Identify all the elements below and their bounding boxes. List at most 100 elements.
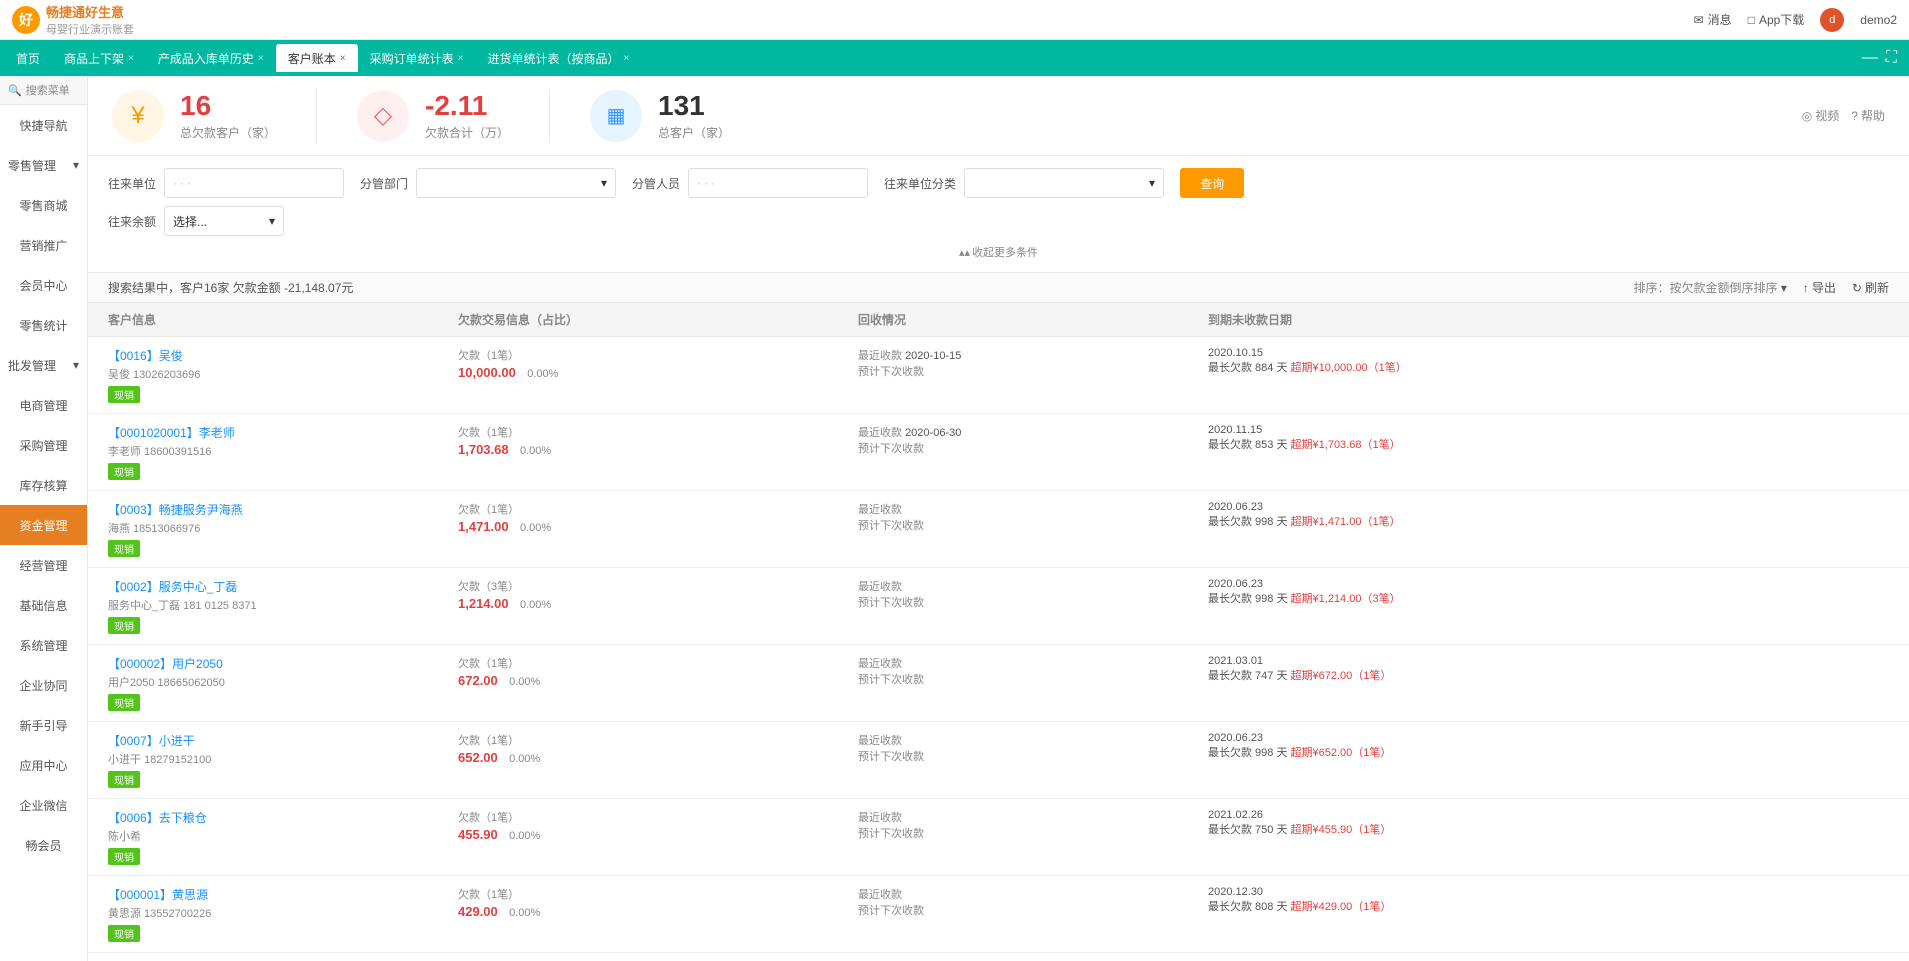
- overdue-link-1[interactable]: 超期¥10,000.00（1笔）: [1291, 362, 1407, 374]
- sidebar-item-purchase-mgmt[interactable]: 采购管理: [0, 425, 87, 465]
- sidebar-item-marketing[interactable]: 营销推广: [0, 225, 87, 265]
- stat-card-total-customers: ▦ 131 总客户（家）: [550, 90, 770, 142]
- maximize-icon[interactable]: ⛶: [1886, 49, 1897, 67]
- customer-tag-6: 现销: [108, 771, 140, 788]
- tab-purchase-stats[interactable]: 采购订单统计表 ×: [358, 44, 476, 72]
- stat-card-debt-customers: ¥ 16 总欠款客户（家）: [112, 90, 317, 142]
- sidebar-item-basic-info[interactable]: 基础信息: [0, 585, 87, 625]
- close-icon[interactable]: ×: [623, 53, 629, 64]
- next-pay-7: 预计下次收款: [858, 825, 1208, 841]
- customer-name-link-8[interactable]: 【000001】黄思源: [108, 888, 208, 902]
- filter-dept-select[interactable]: ▾: [416, 168, 616, 198]
- export-btn[interactable]: ↑ 导出: [1803, 279, 1836, 296]
- tab-product-history[interactable]: 产成品入库单历史 ×: [146, 44, 276, 72]
- customer-cell-7: 【0006】去下粮仓 陈小希 现销: [108, 809, 458, 865]
- tab-home[interactable]: 首页: [4, 44, 52, 72]
- refresh-label: 刷新: [1865, 279, 1889, 296]
- customer-name-link-3[interactable]: 【0003】畅捷服务尹海燕: [108, 503, 243, 517]
- collapse-row: ▴▴ 收起更多条件: [108, 244, 1889, 260]
- debt-total-info: -2.11 欠款合计（万）: [425, 90, 509, 141]
- search-button[interactable]: 查询: [1180, 168, 1244, 198]
- filter-person-input[interactable]: ···: [688, 168, 868, 198]
- app-download-btn[interactable]: □ App下载: [1748, 11, 1805, 28]
- last-pay-2: 最近收款 2020-06-30: [858, 424, 1208, 440]
- filter-unit-input[interactable]: ···: [164, 168, 344, 198]
- owe-amount-7: 455.90: [458, 827, 498, 842]
- sidebar-item-app-center[interactable]: 应用中心: [0, 745, 87, 785]
- close-icon[interactable]: ×: [128, 53, 134, 64]
- sidebar-item-quick-nav[interactable]: 快捷导航: [0, 105, 87, 145]
- overdue-link-4[interactable]: 超期¥1,214.00（3笔）: [1291, 593, 1401, 605]
- username[interactable]: demo2: [1860, 13, 1897, 27]
- customer-phone-4: 服务中心_丁磊 181 0125 8371: [108, 597, 458, 613]
- app-center-label: 应用中心: [19, 757, 67, 774]
- help-btn[interactable]: ? 帮助: [1851, 107, 1885, 124]
- customer-name-link-4[interactable]: 【0002】服务中心_丁磊: [108, 580, 237, 594]
- filter-category-select[interactable]: ▾: [964, 168, 1164, 198]
- operations-label: 经营管理: [19, 557, 67, 574]
- sidebar-item-enterprise-wechat[interactable]: 企业微信: [0, 785, 87, 825]
- owe-cell-2: 欠款（1笔） 1,703.68 0.00%: [458, 424, 858, 457]
- sidebar-item-finance[interactable]: 资金管理: [0, 505, 87, 545]
- sidebar-item-enterprise-collab[interactable]: 企业协同: [0, 665, 87, 705]
- app-icon: □: [1748, 13, 1755, 27]
- due-cell-8: 2020.12.30 最长欠款 808 天 超期¥429.00（1笔）: [1208, 886, 1889, 914]
- sidebar-item-vip[interactable]: 畅会员: [0, 825, 87, 865]
- minimize-icon[interactable]: —: [1862, 49, 1878, 67]
- overdue-link-3[interactable]: 超期¥1,471.00（1笔）: [1291, 516, 1401, 528]
- next-pay-2: 预计下次收款: [858, 440, 1208, 456]
- tab-customer-account[interactable]: 客户账本 ×: [276, 44, 358, 72]
- overdue-link-7[interactable]: 超期¥455.90（1笔）: [1291, 824, 1392, 836]
- tab-purchase-product[interactable]: 进货单统计表（按商品） ×: [475, 44, 641, 72]
- filter-balance-select[interactable]: 选择... ▾: [164, 206, 284, 236]
- search-menu-label: 搜索菜单: [26, 82, 70, 98]
- user-avatar[interactable]: d: [1820, 8, 1844, 32]
- chevron-down-icon: ▾: [1149, 176, 1155, 190]
- sidebar-item-wholesale-mgmt[interactable]: 批发管理 ▾: [0, 345, 87, 385]
- tab-purchase-product-label: 进货单统计表（按商品）: [487, 50, 619, 67]
- sidebar-item-operations[interactable]: 经营管理: [0, 545, 87, 585]
- video-label: 视频: [1815, 107, 1839, 124]
- sidebar-item-system-mgmt[interactable]: 系统管理: [0, 625, 87, 665]
- customer-name-link-6[interactable]: 【0007】小进干: [108, 734, 195, 748]
- tab-purchase-label: 采购订单统计表: [370, 50, 454, 67]
- close-icon[interactable]: ×: [258, 53, 264, 64]
- overdue-days-6: 最长欠款 998 天 超期¥652.00（1笔）: [1208, 744, 1889, 760]
- export-label: 导出: [1812, 279, 1836, 296]
- customer-phone-6: 小进干 18279152100: [108, 751, 458, 767]
- inventory-label: 库存核算: [19, 477, 67, 494]
- customer-name-link-2[interactable]: 【0001020001】李老师: [108, 426, 235, 440]
- search-menu[interactable]: 🔍 搜索菜单: [0, 76, 87, 105]
- overdue-link-6[interactable]: 超期¥652.00（1笔）: [1291, 747, 1392, 759]
- filter-dept-label: 分管部门: [360, 175, 408, 192]
- refresh-btn[interactable]: ↻ 刷新: [1852, 279, 1889, 296]
- sidebar-item-membership[interactable]: 会员中心: [0, 265, 87, 305]
- total-customers-value: 131: [658, 90, 730, 122]
- sidebar-item-retail-stats[interactable]: 零售统计: [0, 305, 87, 345]
- sidebar-item-retail-mgmt[interactable]: 零售管理 ▾: [0, 145, 87, 185]
- tab-goods[interactable]: 商品上下架 ×: [52, 44, 146, 72]
- overdue-link-5[interactable]: 超期¥672.00（1笔）: [1291, 670, 1392, 682]
- customer-tag-2: 现销: [108, 463, 140, 480]
- close-icon[interactable]: ×: [458, 53, 464, 64]
- customer-name-link-7[interactable]: 【0006】去下粮仓: [108, 811, 207, 825]
- video-btn[interactable]: ◎ 视频: [1802, 107, 1840, 124]
- collapse-button[interactable]: ▴▴ 收起更多条件: [959, 244, 1038, 260]
- sidebar-item-newbie[interactable]: 新手引导: [0, 705, 87, 745]
- chevron-down-icon[interactable]: ▾: [1781, 281, 1787, 295]
- return-cell-8: 最近收款 预计下次收款: [858, 886, 1208, 918]
- ecommerce-label: 电商管理: [19, 397, 67, 414]
- sidebar-item-retail-mall[interactable]: 零售商城: [0, 185, 87, 225]
- owe-amount-6: 652.00: [458, 750, 498, 765]
- chevron-down-icon: ▾: [73, 158, 79, 172]
- message-btn[interactable]: ✉ 消息: [1694, 11, 1732, 28]
- debt-customers-info: 16 总欠款客户（家）: [180, 90, 276, 141]
- owe-cell-3: 欠款（1笔） 1,471.00 0.00%: [458, 501, 858, 534]
- overdue-link-2[interactable]: 超期¥1,703.68（1笔）: [1291, 439, 1401, 451]
- sidebar-item-inventory[interactable]: 库存核算: [0, 465, 87, 505]
- overdue-link-8[interactable]: 超期¥429.00（1笔）: [1291, 901, 1392, 913]
- close-icon[interactable]: ×: [340, 53, 346, 64]
- customer-name-link-5[interactable]: 【000002】用户2050: [108, 657, 223, 671]
- customer-name-link-1[interactable]: 【0016】吴俊: [108, 349, 183, 363]
- sidebar-item-ecommerce[interactable]: 电商管理: [0, 385, 87, 425]
